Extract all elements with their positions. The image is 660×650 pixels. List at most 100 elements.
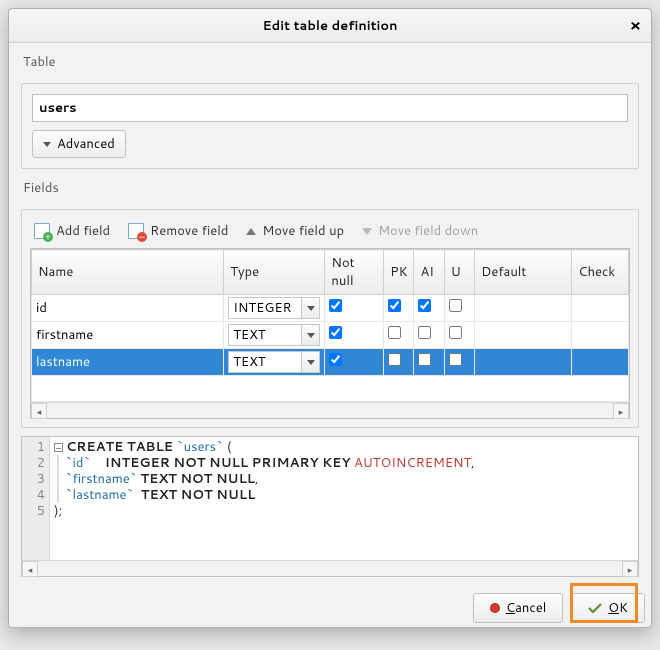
table-section: Advanced <box>21 83 639 169</box>
scroll-left-icon[interactable]: ◂ <box>22 561 38 577</box>
remove-field-button[interactable]: − Remove field <box>128 222 228 240</box>
ai-checkbox[interactable] <box>418 353 431 366</box>
move-down-label: Move field down <box>378 222 478 240</box>
arrow-up-icon <box>246 228 256 235</box>
cell-default[interactable] <box>475 349 572 376</box>
sql-gutter: 12345 <box>22 437 50 560</box>
edit-table-dialog: Edit table definition × Table Advanced F… <box>8 8 652 628</box>
cell-not-null[interactable] <box>325 295 384 322</box>
cell-ai[interactable] <box>414 322 444 349</box>
cell-type[interactable] <box>224 349 325 376</box>
header-type[interactable]: Type <box>224 250 325 295</box>
cell-u[interactable] <box>444 349 474 376</box>
cell-default[interactable] <box>475 322 572 349</box>
sql-horizontal-scrollbar[interactable]: ◂ ▸ <box>22 560 638 576</box>
type-dropdown-button[interactable] <box>302 324 320 346</box>
sql-preview: 12345 −CREATE TABLE `users` ( │ `id` INT… <box>21 436 639 577</box>
remove-field-label: Remove field <box>150 222 228 240</box>
cell-check[interactable] <box>572 349 629 376</box>
u-checkbox[interactable] <box>449 299 462 312</box>
cell-pk[interactable] <box>384 322 414 349</box>
chevron-down-icon <box>307 306 315 311</box>
ok-button[interactable]: OK <box>571 593 645 623</box>
type-input[interactable] <box>228 297 302 319</box>
cell-pk[interactable] <box>384 349 414 376</box>
type-dropdown-button[interactable] <box>302 351 320 373</box>
chevron-down-icon <box>307 333 315 338</box>
header-pk[interactable]: PK <box>384 250 414 295</box>
table-row[interactable]: firstname <box>32 322 629 349</box>
cell-not-null[interactable] <box>325 322 384 349</box>
advanced-button[interactable]: Advanced <box>32 130 126 158</box>
cell-name[interactable]: id <box>32 295 224 322</box>
pk-checkbox[interactable] <box>388 353 401 366</box>
scroll-right-icon[interactable]: ▸ <box>622 561 638 577</box>
cancel-icon <box>490 603 500 613</box>
fields-grid: Name Type Not null PK AI U Default Check… <box>30 248 630 419</box>
header-ai[interactable]: AI <box>414 250 444 295</box>
header-check[interactable]: Check <box>572 250 629 295</box>
header-u[interactable]: U <box>444 250 474 295</box>
cell-u[interactable] <box>444 295 474 322</box>
document-minus-icon: − <box>128 223 144 239</box>
cell-pk[interactable] <box>384 295 414 322</box>
header-default[interactable]: Default <box>475 250 572 295</box>
cell-type[interactable] <box>224 322 325 349</box>
dialog-titlebar: Edit table definition × <box>9 9 651 43</box>
type-input[interactable] <box>228 324 302 346</box>
cell-name[interactable]: firstname <box>32 322 224 349</box>
close-icon[interactable]: × <box>630 9 641 43</box>
add-field-label: Add field <box>56 222 110 240</box>
u-checkbox[interactable] <box>449 326 462 339</box>
header-not-null[interactable]: Not null <box>325 250 384 295</box>
ai-checkbox[interactable] <box>418 326 431 339</box>
dialog-footer: Cancel OK <box>9 589 651 627</box>
table-name-input[interactable] <box>32 94 628 122</box>
type-dropdown-button[interactable] <box>302 297 320 319</box>
fields-section: + Add field − Remove field Move field up… <box>21 209 639 428</box>
type-input[interactable] <box>228 351 302 373</box>
cell-u[interactable] <box>444 322 474 349</box>
cell-check[interactable] <box>572 322 629 349</box>
scroll-right-icon[interactable]: ▸ <box>613 403 629 419</box>
header-name[interactable]: Name <box>32 250 224 295</box>
chevron-down-icon <box>307 360 315 365</box>
cell-type[interactable] <box>224 295 325 322</box>
document-plus-icon: + <box>34 223 50 239</box>
move-up-label: Move field up <box>262 222 344 240</box>
pk-checkbox[interactable] <box>388 326 401 339</box>
add-field-button[interactable]: + Add field <box>34 222 110 240</box>
ok-label-rest: K <box>619 599 628 617</box>
fields-toolbar: + Add field − Remove field Move field up… <box>30 218 630 248</box>
not-null-checkbox[interactable] <box>329 353 342 366</box>
dialog-title: Edit table definition <box>262 17 397 35</box>
scroll-left-icon[interactable]: ◂ <box>31 403 47 419</box>
cell-ai[interactable] <box>414 295 444 322</box>
cell-not-null[interactable] <box>325 349 384 376</box>
fields-horizontal-scrollbar[interactable]: ◂ ▸ <box>31 402 629 418</box>
move-field-down-button: Move field down <box>362 222 478 240</box>
fields-header-row: Name Type Not null PK AI U Default Check <box>32 250 629 295</box>
table-section-label: Table <box>21 51 639 75</box>
cell-default[interactable] <box>475 295 572 322</box>
advanced-button-label: Advanced <box>57 135 115 153</box>
u-checkbox[interactable] <box>449 353 462 366</box>
cancel-button[interactable]: Cancel <box>473 593 563 623</box>
sql-code[interactable]: −CREATE TABLE `users` ( │ `id` INTEGER N… <box>50 437 638 560</box>
cell-name[interactable]: lastname <box>32 349 224 376</box>
fields-section-label: Fields <box>21 177 639 201</box>
ai-checkbox[interactable] <box>418 299 431 312</box>
pk-checkbox[interactable] <box>388 299 401 312</box>
arrow-down-icon <box>362 228 372 235</box>
not-null-checkbox[interactable] <box>329 326 342 339</box>
ok-icon <box>588 603 602 613</box>
cell-ai[interactable] <box>414 349 444 376</box>
chevron-down-icon <box>43 142 51 147</box>
cancel-label-rest: ancel <box>515 599 546 617</box>
ok-label-initial: O <box>608 599 619 617</box>
table-row[interactable]: id <box>32 295 629 322</box>
move-field-up-button[interactable]: Move field up <box>246 222 344 240</box>
not-null-checkbox[interactable] <box>329 299 342 312</box>
cell-check[interactable] <box>572 295 629 322</box>
table-row[interactable]: lastname <box>32 349 629 376</box>
